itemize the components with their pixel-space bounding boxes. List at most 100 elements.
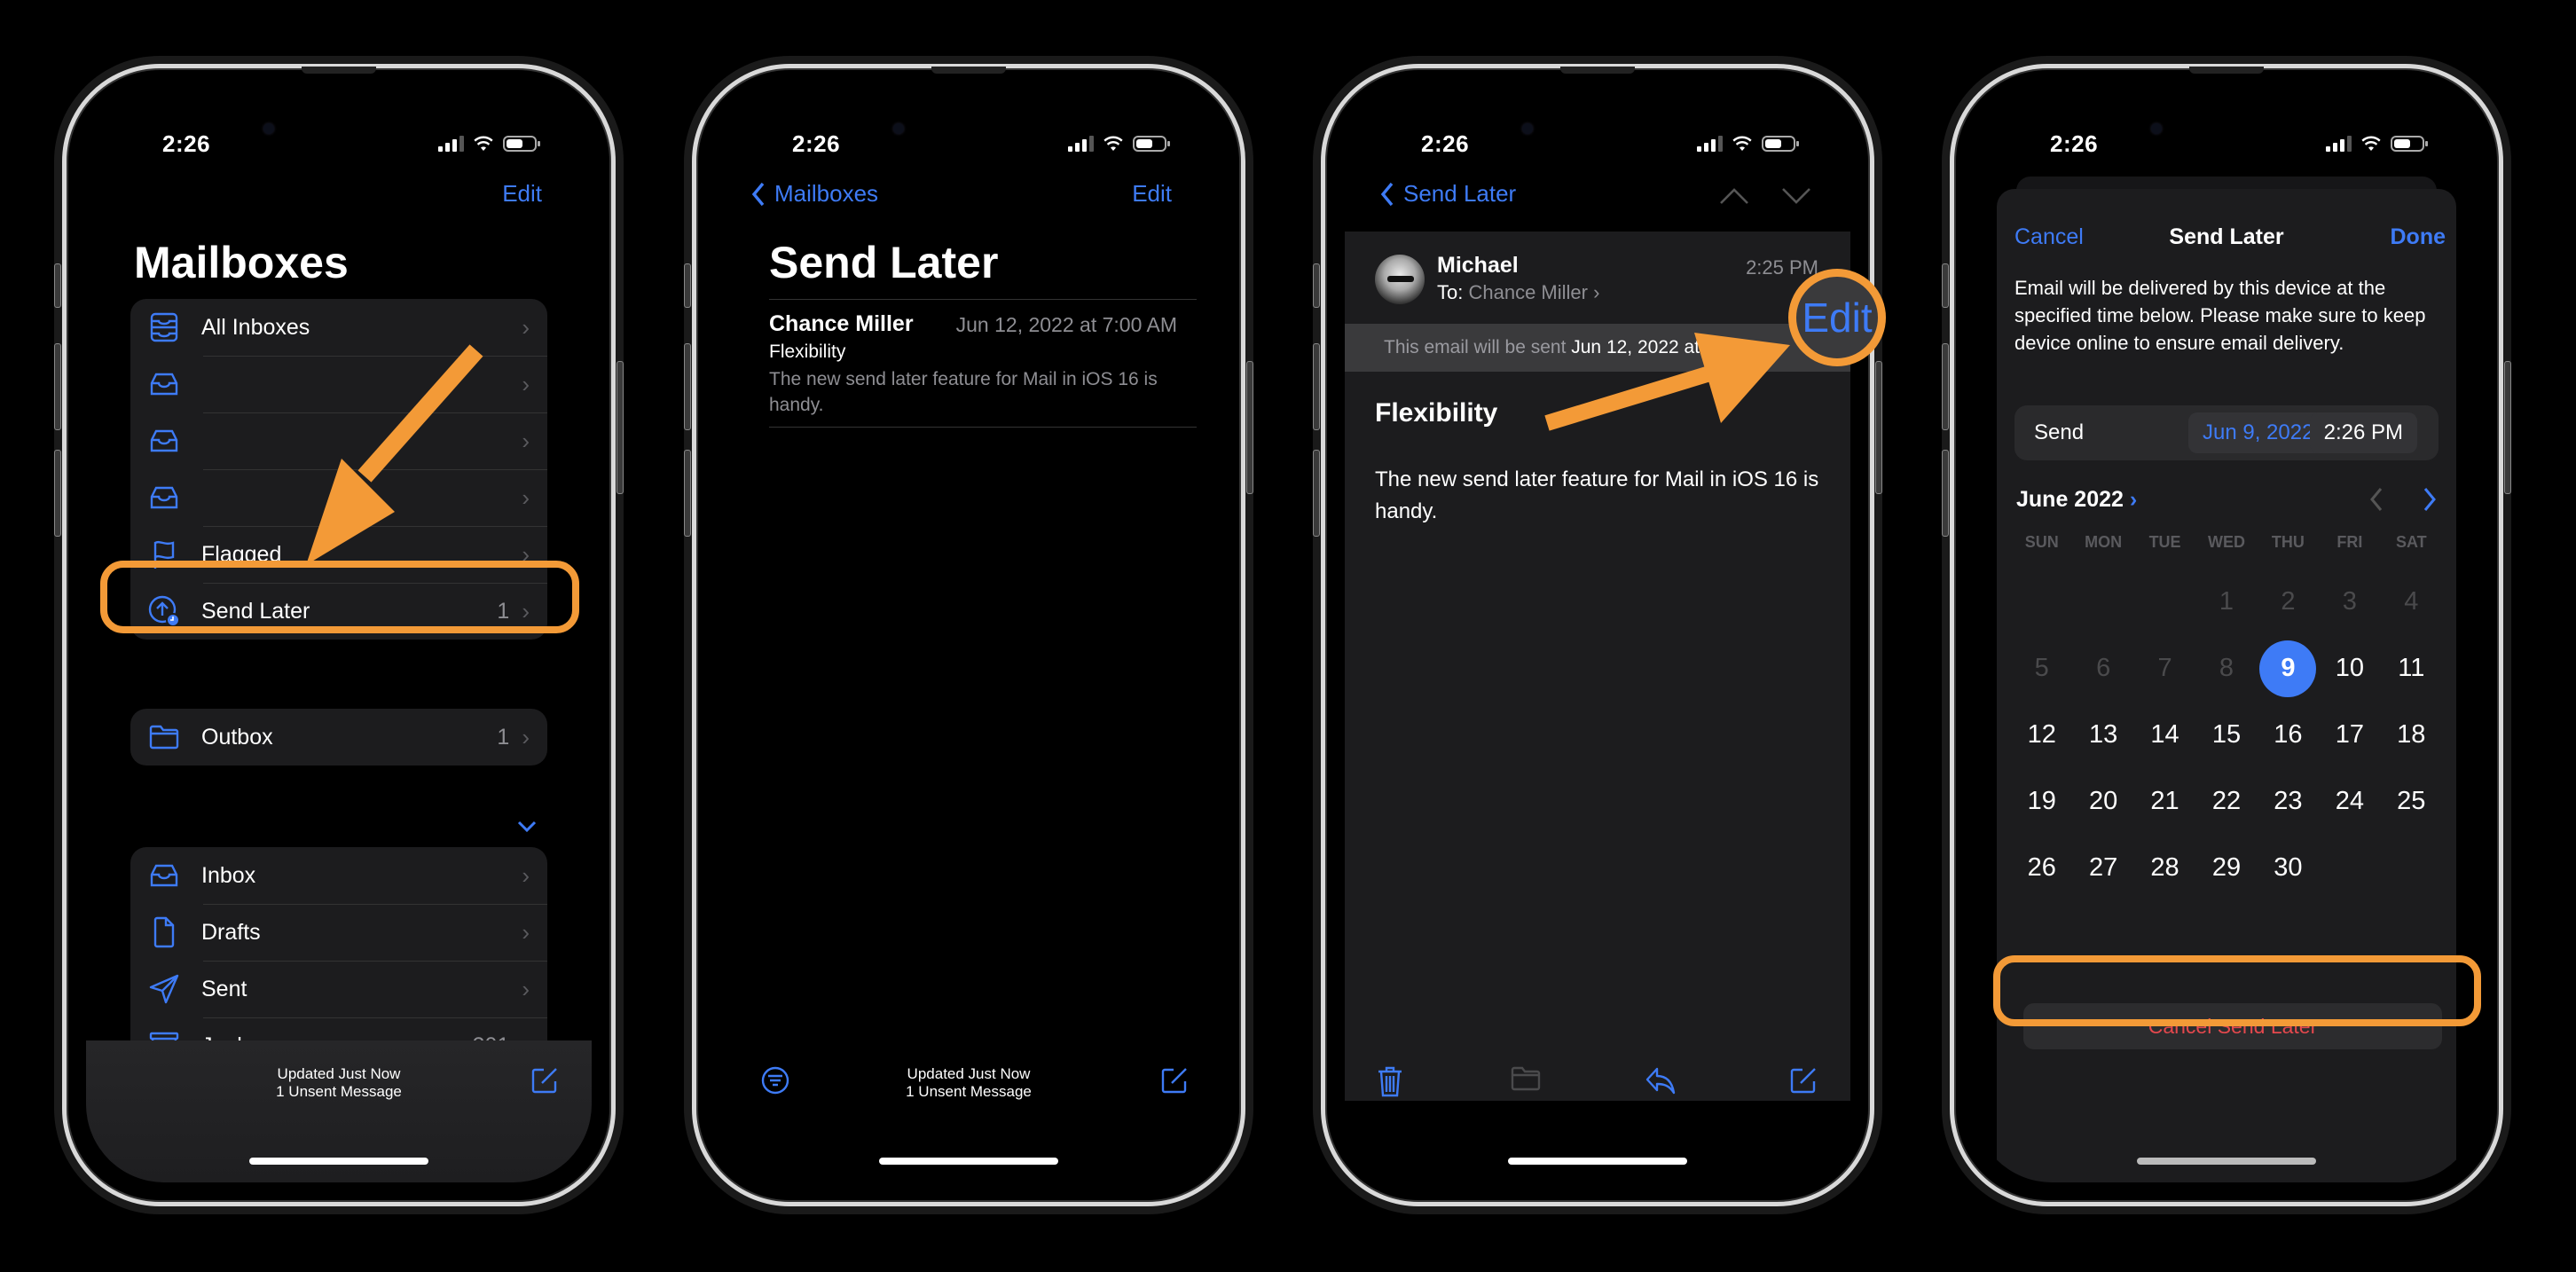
calendar-day-number: 16: [2274, 720, 2303, 749]
next-month-button[interactable]: [2423, 487, 2437, 512]
home-indicator: [879, 1158, 1058, 1165]
previous-message-icon[interactable]: [1719, 187, 1749, 205]
calendar-day-number: 28: [2150, 853, 2179, 882]
phone-send-later-sheet: 2:26 Cancel Send Later Done Email will b…: [1942, 64, 2511, 1206]
recipient-line[interactable]: To: Chance Miller ›: [1437, 281, 1599, 304]
edit-button[interactable]: Edit: [502, 180, 542, 208]
reply-icon[interactable]: [1645, 1065, 1677, 1097]
calendar-day: 7: [2134, 635, 2195, 702]
calendar-day-number: 20: [2089, 787, 2118, 815]
weekday-header: SUN MON TUE WED THU FRI SAT: [2011, 533, 2442, 552]
send-later-sheet: Cancel Send Later Done Email will be del…: [1997, 189, 2456, 1182]
screen: 2:26 Send Later Michael 2:25 PM To: Chan…: [1345, 88, 1850, 1182]
back-button[interactable]: Mailboxes: [751, 180, 878, 208]
calendar-day[interactable]: 14: [2134, 702, 2195, 768]
mailbox-row-drafts[interactable]: Drafts ›: [130, 904, 547, 961]
previous-month-button[interactable]: [2369, 487, 2384, 512]
compose-icon[interactable]: [1159, 1065, 1191, 1097]
home-indicator: [249, 1158, 428, 1165]
compose-icon[interactable]: [1788, 1065, 1820, 1097]
phone-message-detail: 2:26 Send Later Michael 2:25 PM To: Chan…: [1313, 64, 1886, 1206]
calendar-day-number: 23: [2274, 787, 2303, 815]
back-button[interactable]: Send Later: [1380, 180, 1516, 208]
sender-name: Michael: [1437, 253, 1519, 278]
calendar-day[interactable]: 30: [2258, 835, 2319, 901]
calendar-day[interactable]: 12: [2011, 702, 2072, 768]
chevron-right-icon: ›: [522, 427, 530, 454]
sheet-description: Email will be delivered by this device a…: [2014, 277, 2426, 354]
calendar-day[interactable]: 25: [2381, 768, 2442, 835]
compose-icon[interactable]: [530, 1065, 562, 1097]
message-date: Jun 12, 2022 at 7:00 AM: [955, 313, 1177, 336]
date-picker-button[interactable]: Jun 9, 2022: [2188, 412, 2329, 453]
calendar-day: 5: [2011, 635, 2072, 702]
screen: 2:26 Edit Mailboxes All Inboxes › › › › …: [86, 88, 592, 1182]
calendar-day: 2: [2258, 569, 2319, 635]
message-list-item[interactable]: Chance Miller Jun 12, 2022 at 7:00 AM Fl…: [769, 311, 1197, 418]
calendar-day-number: 14: [2150, 720, 2179, 749]
cellular-signal-icon: [1697, 136, 1723, 152]
back-label: Send Later: [1403, 180, 1517, 207]
calendar-day[interactable]: 11: [2381, 635, 2442, 702]
mailbox-row-outbox[interactable]: Outbox 1 ›: [130, 709, 547, 766]
calendar-day-number: 13: [2089, 720, 2118, 749]
battery-icon: [503, 136, 540, 152]
calendar-day-number: 21: [2150, 787, 2179, 815]
calendar-day[interactable]: 13: [2072, 702, 2133, 768]
calendar-day-selected[interactable]: 9: [2258, 635, 2319, 702]
calendar-day[interactable]: 28: [2134, 835, 2195, 901]
calendar-day[interactable]: 16: [2258, 702, 2319, 768]
chevron-left-icon: [751, 182, 765, 206]
next-message-icon[interactable]: [1781, 187, 1811, 205]
toolbar-status: Updated Just Now 1 Unsent Message: [86, 1065, 592, 1101]
month-label: June 2022: [2016, 487, 2124, 512]
unsent-count: 1 Unsent Message: [906, 1083, 1032, 1100]
calendar-day[interactable]: 10: [2319, 635, 2380, 702]
side-button: [617, 361, 624, 494]
back-label: Mailboxes: [774, 180, 879, 207]
chevron-right-icon: ›: [522, 313, 530, 341]
calendar-day[interactable]: 18: [2381, 702, 2442, 768]
highlight-cancel-send-later: [1993, 955, 2481, 1026]
calendar-day[interactable]: 26: [2011, 835, 2072, 901]
calendar-day-number: 15: [2211, 720, 2242, 749]
recipient-name: Chance Miller: [1468, 281, 1588, 303]
chevron-right-icon: ›: [522, 483, 530, 511]
status-time: 2:26: [792, 130, 841, 157]
calendar-day[interactable]: 27: [2072, 835, 2133, 901]
all-inboxes-icon: [146, 310, 182, 345]
done-button[interactable]: Done: [2391, 224, 2446, 250]
calendar-day-number: 3: [2342, 587, 2357, 616]
calendar-day-number: 27: [2089, 853, 2118, 882]
edit-callout[interactable]: Edit: [1788, 269, 1886, 366]
calendar-day[interactable]: 29: [2195, 835, 2257, 901]
cellular-signal-icon: [438, 136, 464, 152]
chevron-down-icon[interactable]: [517, 821, 537, 833]
email-body: The new send later feature for Mail in i…: [1375, 467, 1819, 523]
month-selector[interactable]: June 2022 ›: [2016, 487, 2137, 513]
calendar-day[interactable]: 15: [2195, 702, 2257, 768]
mailbox-row-sent[interactable]: Sent ›: [130, 961, 547, 1017]
calendar-day[interactable]: 22: [2195, 768, 2257, 835]
time-picker-button[interactable]: 2:26 PM: [2309, 412, 2417, 453]
calendar-day[interactable]: 17: [2319, 702, 2380, 768]
bottom-toolbar: [1345, 1040, 1850, 1182]
banner-edit-button[interactable]: Edit: [1802, 294, 1872, 342]
weekday-label: MON: [2085, 533, 2123, 551]
calendar-day[interactable]: 19: [2011, 768, 2072, 835]
move-folder-icon[interactable]: [1510, 1065, 1542, 1097]
mailbox-row-inbox[interactable]: Inbox ›: [130, 847, 547, 904]
unread-count: 1: [497, 724, 510, 750]
status-bar: 2:26: [716, 130, 1221, 166]
edit-button[interactable]: Edit: [1132, 180, 1172, 208]
chevron-left-icon: [1380, 182, 1394, 206]
chevron-right-icon: ›: [522, 723, 530, 750]
calendar-day[interactable]: 24: [2319, 768, 2380, 835]
update-status: Updated Just Now: [907, 1065, 1031, 1082]
trash-icon[interactable]: [1377, 1065, 1409, 1097]
inbox-icon: [146, 858, 182, 893]
calendar-day[interactable]: 21: [2134, 768, 2195, 835]
calendar-day[interactable]: 20: [2072, 768, 2133, 835]
weekday-label: SAT: [2395, 533, 2427, 551]
calendar-day[interactable]: 23: [2258, 768, 2319, 835]
